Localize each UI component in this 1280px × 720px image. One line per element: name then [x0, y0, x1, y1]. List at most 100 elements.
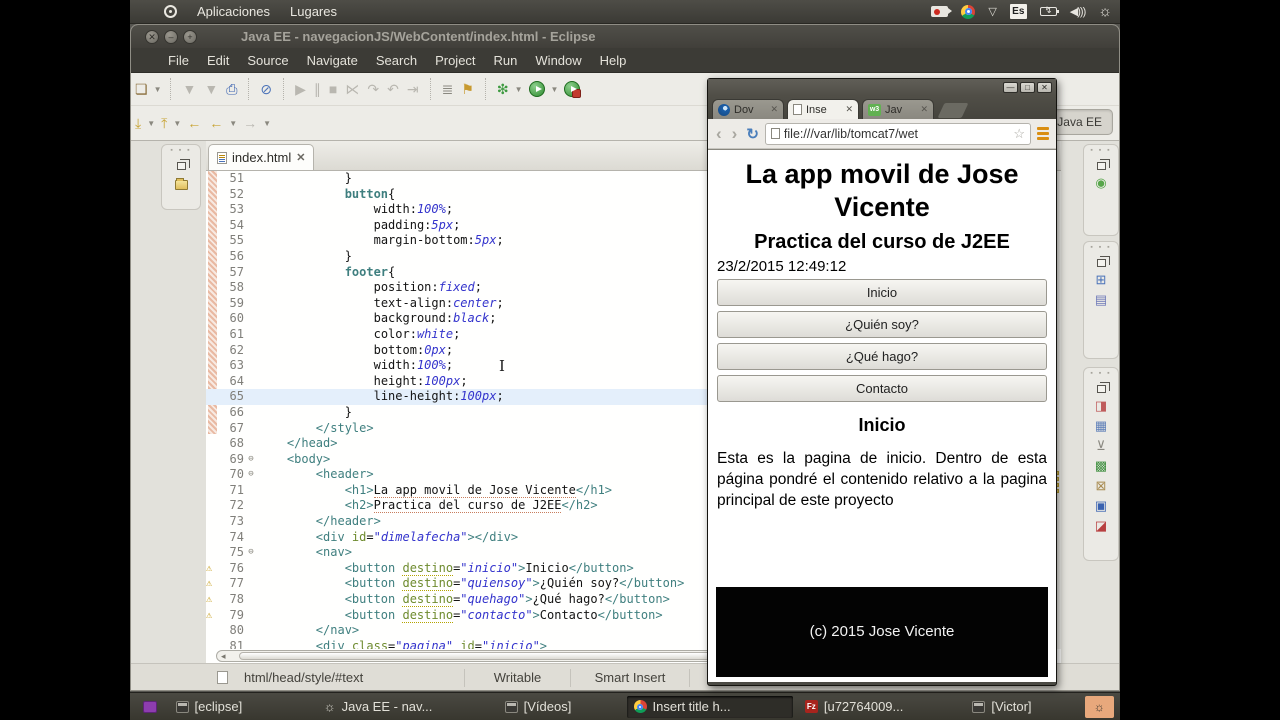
taskbar-item-victor[interactable]: [Victor] — [965, 696, 1079, 718]
browser-tab[interactable]: Dov ✕ — [712, 99, 784, 119]
taskbar-item-java-ee-nav[interactable]: ☼ Java EE - nav... — [317, 696, 493, 718]
console-view-icon[interactable]: ▣ — [1095, 499, 1107, 513]
menu-window[interactable]: Window — [526, 53, 590, 68]
print-icon[interactable]: ⎙ — [226, 81, 237, 98]
warning-icon[interactable]: ⚠ — [206, 593, 212, 606]
chrome-tray-icon[interactable] — [961, 4, 976, 19]
resume-icon[interactable]: ▶ — [295, 81, 306, 98]
task-list-view-icon[interactable]: ▤ — [1095, 293, 1107, 307]
back-button[interactable]: ‹ — [713, 121, 725, 147]
outline-view-icon[interactable]: ⊞ — [1096, 273, 1107, 287]
dropdown-arrow-icon[interactable]: ▼ — [173, 119, 181, 128]
warning-icon[interactable]: ⚠ — [206, 562, 212, 575]
browser-tab[interactable]: Inse ✕ — [787, 99, 859, 119]
dropdown-arrow-icon[interactable]: ▼ — [263, 119, 271, 128]
drag-handle[interactable]: ▪ ▪ ▪ — [170, 147, 191, 154]
editor-tab-index-html[interactable]: index.html ✕ — [208, 144, 315, 170]
browser-titlebar[interactable]: — □ ✕ — [708, 79, 1056, 96]
menu-project[interactable]: Project — [426, 53, 484, 68]
browser-menu-icon[interactable] — [1035, 127, 1051, 140]
fold-marker-icon[interactable]: ⊖ — [244, 467, 258, 483]
new-wizard-icon[interactable]: ❏ — [135, 81, 148, 98]
mark-occurrences-icon[interactable]: ≣ — [442, 81, 454, 98]
url-text[interactable]: file:///var/lib/tomcat7/wet — [784, 127, 918, 141]
dropdown-arrow-icon[interactable]: ▼ — [147, 119, 155, 128]
project-explorer-folder-icon[interactable] — [174, 178, 188, 190]
suspend-icon[interactable]: ∥ — [314, 81, 321, 98]
maximize-window-button[interactable]: + — [183, 29, 197, 44]
menu-edit[interactable]: Edit — [198, 53, 238, 68]
page-nav-button[interactable]: ¿Qué hago? — [717, 343, 1047, 370]
battery-icon[interactable] — [1039, 5, 1059, 16]
warning-icon[interactable]: ⚠ — [206, 577, 212, 590]
browser-maximize-button[interactable]: □ — [1020, 82, 1035, 93]
warning-icon[interactable]: ⚠ — [206, 609, 212, 622]
close-tab-icon[interactable]: ✕ — [920, 104, 928, 115]
restore-view-icon[interactable] — [1096, 382, 1110, 393]
servers-state-icon[interactable]: ⊻ — [1096, 439, 1106, 453]
forward-button[interactable]: › — [729, 121, 741, 147]
dropdown-arrow-icon[interactable]: ▼ — [154, 85, 162, 94]
restore-view-icon[interactable] — [1096, 159, 1110, 170]
page-nav-button[interactable]: Contacto — [717, 375, 1047, 402]
back-icon[interactable]: ← — [209, 115, 223, 131]
taskbar-item-v-deos[interactable]: [Vídeos] — [498, 696, 622, 718]
browser-minimize-button[interactable]: — — [1003, 82, 1018, 93]
taskbar-item-u72764009[interactable]: Fz [u72764009... — [798, 696, 960, 718]
volume-icon[interactable]: ◀))) — [1070, 5, 1086, 18]
save-icon[interactable]: ▼ — [182, 81, 196, 97]
disconnect-icon[interactable]: ⋉ — [345, 81, 359, 98]
forward-icon[interactable]: → — [243, 115, 257, 131]
fold-marker-icon[interactable]: ⊖ — [244, 452, 258, 468]
run-last-icon[interactable] — [564, 81, 582, 98]
servers-view-icon[interactable]: ◉ — [1095, 176, 1106, 190]
close-tab-icon[interactable]: ✕ — [845, 104, 853, 115]
menu-search[interactable]: Search — [367, 53, 426, 68]
menu-file[interactable]: File — [159, 53, 198, 68]
last-edit-location-icon[interactable]: ⤓ — [135, 115, 141, 132]
session-gear-icon[interactable]: ☼ — [1098, 3, 1112, 20]
browser-close-button[interactable]: ✕ — [1037, 82, 1052, 93]
next-annotation-icon[interactable]: ⤒ — [161, 115, 167, 132]
dropdown-arrow-icon[interactable]: ▼ — [515, 85, 523, 94]
terminate-icon[interactable]: ■ — [329, 81, 337, 97]
reload-button[interactable]: ↻ — [744, 125, 761, 143]
close-window-button[interactable]: ✕ — [145, 29, 159, 44]
restore-view-icon[interactable] — [176, 159, 190, 170]
skip-breakpoints-icon[interactable]: ⊘ — [260, 81, 272, 98]
data-source-view-icon[interactable]: ⊠ — [1096, 479, 1107, 493]
screen-recorder-icon[interactable] — [931, 6, 953, 17]
drag-handle[interactable]: ▪ ▪ ▪ — [1090, 244, 1111, 251]
taskbar-item[interactable]: ☼ — [1084, 695, 1115, 718]
validate-icon[interactable]: ⚑ — [461, 81, 474, 98]
fold-marker-icon[interactable]: ⊖ — [244, 545, 258, 561]
new-tab-button[interactable] — [937, 103, 969, 118]
run-icon[interactable] — [528, 81, 545, 97]
dropdown-arrow-icon[interactable]: ▼ — [229, 119, 237, 128]
back-history-icon[interactable]: ← — [187, 115, 201, 131]
menu-navigate[interactable]: Navigate — [298, 53, 367, 68]
dropdown-arrow-icon[interactable]: ▼ — [551, 85, 559, 94]
network-icon[interactable]: ▽ — [988, 5, 996, 18]
menu-run[interactable]: Run — [485, 53, 527, 68]
close-tab-icon[interactable]: ✕ — [770, 104, 778, 115]
menu-source[interactable]: Source — [238, 53, 297, 68]
scroll-left-arrow-icon[interactable]: ◂ — [221, 651, 226, 662]
page-nav-button[interactable]: Inicio — [717, 279, 1047, 306]
address-bar[interactable]: file:///var/lib/tomcat7/wet ☆ — [764, 122, 1031, 145]
save-all-icon[interactable]: ▼ — [204, 81, 218, 97]
bookmark-star-icon[interactable]: ☆ — [1013, 126, 1025, 142]
drag-handle[interactable]: ▪ ▪ ▪ — [1090, 370, 1111, 377]
page-nav-button[interactable]: ¿Quién soy? — [717, 311, 1047, 338]
menu-help[interactable]: Help — [591, 53, 636, 68]
taskbar-item[interactable] — [136, 696, 164, 718]
taskbar-item-insert-title-h[interactable]: Insert title h... — [626, 695, 793, 718]
close-tab-icon[interactable]: ✕ — [296, 151, 305, 164]
properties-view-icon[interactable]: ▦ — [1095, 419, 1107, 433]
menu-lugares[interactable]: Lugares — [280, 0, 347, 24]
error-log-view-icon[interactable]: ◪ — [1095, 519, 1107, 533]
taskbar-item-eclipse[interactable]: [eclipse] — [169, 696, 312, 718]
snippets-view-icon[interactable]: ▩ — [1095, 459, 1107, 473]
debug-icon[interactable]: ❇ — [497, 81, 509, 98]
minimize-window-button[interactable]: – — [164, 29, 178, 44]
